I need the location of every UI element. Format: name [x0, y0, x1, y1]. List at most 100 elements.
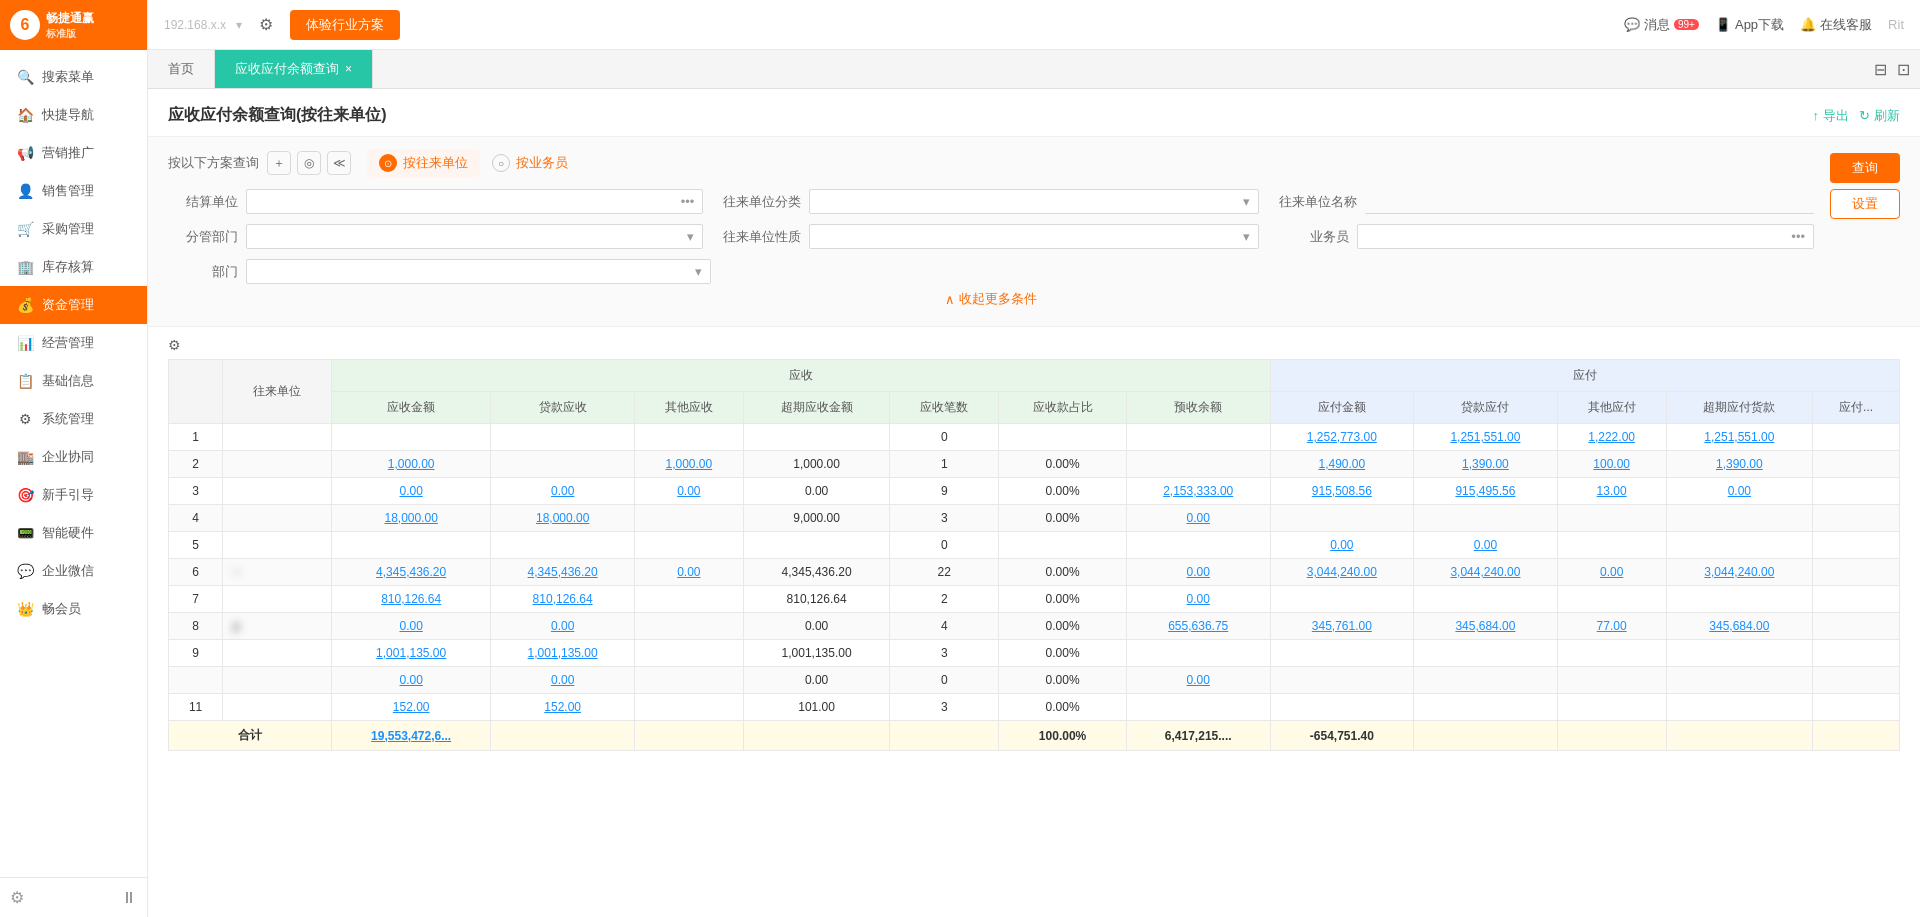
- dept-chevron-icon[interactable]: ▾: [695, 264, 702, 279]
- operation-icon: 📊: [16, 334, 34, 352]
- tab-home[interactable]: 首页: [148, 50, 215, 88]
- footer-ar-total[interactable]: 19,553,472,6...: [331, 721, 490, 751]
- salesman-input[interactable]: •••: [1357, 224, 1814, 249]
- department-chevron-icon[interactable]: ▾: [687, 229, 694, 244]
- filter-nav-salesman[interactable]: ○ 按业务员: [480, 149, 580, 177]
- sidebar-item-guide[interactable]: 🎯 新手引导: [0, 476, 147, 514]
- sidebar-item-basic[interactable]: 📋 基础信息: [0, 362, 147, 400]
- sidebar-item-wechat[interactable]: 💬 企业微信: [0, 552, 147, 590]
- filter-field-salesman: 业务员 •••: [1279, 224, 1814, 249]
- sidebar-item-member[interactable]: 👑 畅会员: [0, 590, 147, 628]
- table-row: 8p0.000.000.0040.00%655,636.75345,761.00…: [169, 613, 1900, 640]
- topbar-gear-icon[interactable]: ⚙: [252, 11, 280, 39]
- app-download-button[interactable]: 📱 App下载: [1715, 16, 1784, 34]
- filter-add-icon[interactable]: ＋: [267, 151, 291, 175]
- footer-ar-count: [890, 721, 999, 751]
- th-ar-prepay: 预收余额: [1126, 392, 1270, 424]
- member-icon: 👑: [16, 600, 34, 618]
- table-row: 6~4,345,436.204,345,436.200.004,345,436.…: [169, 559, 1900, 586]
- table-area: ⚙ 往来单位 应收 应付 应收金额 贷款应收 其他应收 超期应收金额: [148, 327, 1920, 771]
- department-input[interactable]: ▾: [246, 224, 703, 249]
- wechat-icon: 💬: [16, 562, 34, 580]
- table-toolbar: ⚙: [168, 327, 1900, 359]
- collapse-icon: ∧: [945, 292, 955, 307]
- sidebar-item-system[interactable]: ⚙ 系统管理: [0, 400, 147, 438]
- tab-expand-icon[interactable]: ⊡: [1897, 60, 1910, 79]
- settings-bottom-icon[interactable]: ⚙: [10, 888, 24, 907]
- table-row: 30.000.000.000.0090.00%2,153,333.00915,5…: [169, 478, 1900, 505]
- sidebar-item-warehouse[interactable]: 🏢 库存核算: [0, 248, 147, 286]
- collapse-sidebar-icon[interactable]: ⏸: [121, 889, 137, 907]
- sidebar-item-operation[interactable]: 📊 经营管理: [0, 324, 147, 362]
- footer-ap-amount: -654,751.40: [1270, 721, 1414, 751]
- settlement-dots-icon[interactable]: •••: [681, 194, 695, 209]
- service-icon: 🔔: [1800, 17, 1816, 32]
- set-button[interactable]: 设置: [1830, 189, 1900, 219]
- th-ap-other: 其他应付: [1557, 392, 1666, 424]
- sidebar-bottom: ⚙ ⏸: [0, 877, 147, 917]
- user-name: Rit: [1888, 17, 1904, 32]
- tab-close-icon[interactable]: ×: [345, 62, 352, 76]
- dept-input[interactable]: ▾: [246, 259, 711, 284]
- sidebar-nav: 🔍 搜索菜单 🏠 快捷导航 📢 营销推广 👤 销售管理 🛒 采购管理 🏢 库存核…: [0, 50, 147, 877]
- sidebar-item-quicknav[interactable]: 🏠 快捷导航: [0, 96, 147, 134]
- system-icon: ⚙: [16, 410, 34, 428]
- partner-nav-icon: ⊙: [379, 154, 397, 172]
- enterprise-icon: 🏬: [16, 448, 34, 466]
- table-row: 101,252,773.001,251,551.001,222.001,251,…: [169, 424, 1900, 451]
- filter-field-partner-name: 往来单位名称: [1279, 190, 1814, 214]
- partner-type-chevron-icon[interactable]: ▾: [1243, 194, 1250, 209]
- filter-field-settlement: 结算单位 •••: [168, 189, 703, 214]
- table-row: 418,000.0018,000.009,000.0030.00%0.00: [169, 505, 1900, 532]
- tab-ar-balance[interactable]: 应收应付余额查询 ×: [215, 50, 373, 88]
- message-icon: 💬: [1624, 17, 1640, 32]
- th-ar-other: 其他应收: [634, 392, 743, 424]
- table-settings-icon[interactable]: ⚙: [168, 337, 181, 353]
- export-button[interactable]: ↑ 导出: [1813, 107, 1850, 125]
- service-button[interactable]: 🔔 在线客服: [1800, 16, 1872, 34]
- th-partner: 往来单位: [223, 360, 332, 424]
- partner-nature-input[interactable]: ▾: [809, 224, 1258, 249]
- partner-name-input[interactable]: [1365, 190, 1814, 214]
- collapse-button[interactable]: ∧ 收起更多条件: [168, 284, 1814, 314]
- sidebar-item-enterprise[interactable]: 🏬 企业协同: [0, 438, 147, 476]
- footer-ap-other: [1557, 721, 1666, 751]
- footer-ar-prepay: 6,417,215....: [1126, 721, 1270, 751]
- footer-ar-loan: [491, 721, 635, 751]
- topbar-left: 192.168.x.x ▾ ⚙ 体验行业方案: [164, 10, 400, 40]
- partner-nature-chevron-icon[interactable]: ▾: [1243, 229, 1250, 244]
- sidebar-item-hardware[interactable]: 📟 智能硬件: [0, 514, 147, 552]
- finance-icon: 💰: [16, 296, 34, 314]
- message-button[interactable]: 💬 消息 99+: [1624, 16, 1699, 34]
- filter-field-department: 分管部门 ▾: [168, 224, 703, 249]
- sidebar-item-finance[interactable]: 💰 资金管理: [0, 286, 147, 324]
- filter-target-icon[interactable]: ◎: [297, 151, 321, 175]
- filter-bar: 按以下方案查询 ＋ ◎ ≪ ⊙ 按往来单位 ○: [168, 149, 1814, 177]
- refresh-button[interactable]: ↻ 刷新: [1859, 107, 1900, 125]
- th-group-ap: 应付: [1270, 360, 1899, 392]
- table-row: 21,000.001,000.001,000.0010.00%1,490.001…: [169, 451, 1900, 478]
- table-row: 0.000.000.0000.00%0.00: [169, 667, 1900, 694]
- partner-type-input[interactable]: ▾: [809, 189, 1258, 214]
- salesman-dots-icon[interactable]: •••: [1791, 229, 1805, 244]
- sidebar-item-purchase[interactable]: 🛒 采购管理: [0, 210, 147, 248]
- tab-minimize-icon[interactable]: ⊟: [1874, 60, 1887, 79]
- th-group-ar: 应收: [331, 360, 1270, 392]
- footer-ap-loan: [1414, 721, 1558, 751]
- th-ap-loan: 贷款应付: [1414, 392, 1558, 424]
- sidebar-item-sales[interactable]: 👤 销售管理: [0, 172, 147, 210]
- sidebar-item-search[interactable]: 🔍 搜索菜单: [0, 58, 147, 96]
- page-actions: ↑ 导出 ↻ 刷新: [1813, 107, 1901, 125]
- purchase-icon: 🛒: [16, 220, 34, 238]
- sidebar-item-marketing[interactable]: 📢 营销推广: [0, 134, 147, 172]
- filter-area: 按以下方案查询 ＋ ◎ ≪ ⊙ 按往来单位 ○: [148, 137, 1920, 327]
- marketing-icon: 📢: [16, 144, 34, 162]
- filter-nav-partner[interactable]: ⊙ 按往来单位: [367, 149, 480, 177]
- promo-button[interactable]: 体验行业方案: [290, 10, 400, 40]
- settlement-input[interactable]: •••: [246, 189, 703, 214]
- filter-arrow-icon[interactable]: ≪: [327, 151, 351, 175]
- th-ar-ratio: 应收款占比: [999, 392, 1127, 424]
- query-button[interactable]: 查询: [1830, 153, 1900, 183]
- th-ap-more: 应付...: [1813, 392, 1900, 424]
- topbar-right: 💬 消息 99+ 📱 App下载 🔔 在线客服 Rit: [1624, 16, 1904, 34]
